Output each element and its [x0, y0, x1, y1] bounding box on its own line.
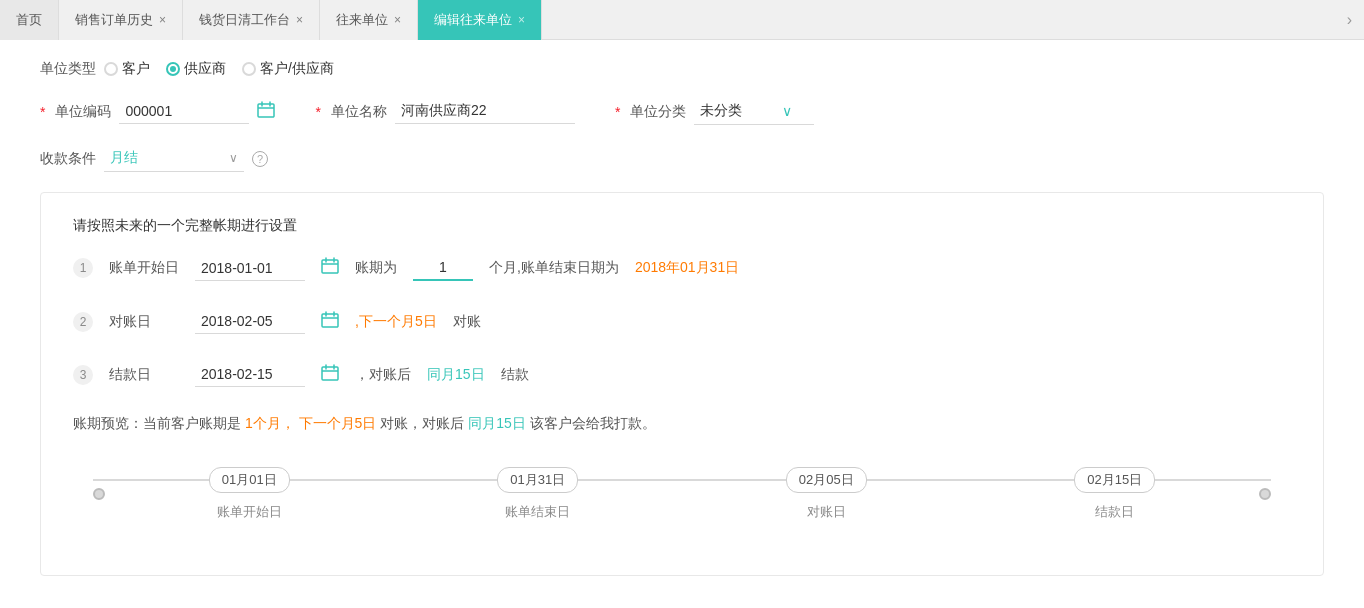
- step-suffix-orange-2: ,下一个月5日: [355, 313, 437, 331]
- radio-circle-both: [242, 62, 256, 76]
- timeline-node-4: 02月15日 结款日: [971, 467, 1260, 521]
- payment-terms-row: 收款条件 月结 ∨ ?: [40, 145, 1324, 172]
- unit-name-input[interactable]: [395, 99, 575, 124]
- unit-category-value: 未分类: [700, 102, 742, 120]
- step-period-unit-1: 个月,账单结束日期为: [489, 259, 619, 277]
- radio-circle-supplier: [166, 62, 180, 76]
- timeline-label-1: 账单开始日: [217, 503, 282, 521]
- timeline-badge-4: 02月15日: [1074, 467, 1155, 493]
- tab-close-partner[interactable]: ×: [394, 13, 401, 27]
- unit-type-group: 单位类型 客户 供应商 客户/供应商: [40, 60, 334, 78]
- unit-type-label: 单位类型: [40, 60, 96, 78]
- step-suffix-plain-3: ，对账后: [355, 366, 411, 384]
- step-row-3: 3 结款日 ，对账后 同月15日 结款: [73, 362, 1291, 387]
- tab-home[interactable]: 首页: [0, 0, 59, 40]
- step-num-2: 2: [73, 312, 93, 332]
- preview-span2: 下一个月5日: [299, 415, 377, 431]
- help-icon[interactable]: ?: [252, 151, 268, 167]
- unit-info-row: * 单位编码 * 单位名称 * 单位分类 未分类 ∨: [40, 98, 1324, 125]
- radio-circle-customer: [104, 62, 118, 76]
- unit-code-icon[interactable]: [257, 101, 275, 123]
- tab-more-arrow[interactable]: ›: [1335, 11, 1364, 29]
- unit-code-star: *: [40, 104, 45, 120]
- step-cal-icon-2[interactable]: [321, 311, 339, 333]
- timeline-inner: 01月01日 账单开始日 01月31日 账单结束日 02月05日 对账日 02月…: [73, 467, 1291, 521]
- step-label-3: 结款日: [109, 366, 179, 384]
- step-cal-icon-3[interactable]: [321, 364, 339, 386]
- svg-rect-0: [258, 104, 274, 117]
- unit-category-star: *: [615, 104, 620, 120]
- step-date-1[interactable]: [195, 256, 305, 281]
- timeline-label-3: 对账日: [807, 503, 846, 521]
- timeline-label-4: 结款日: [1095, 503, 1134, 521]
- step-row-2: 2 对账日 ,下一个月5日 对账: [73, 309, 1291, 334]
- timeline-label-2: 账单结束日: [505, 503, 570, 521]
- unit-name-label: 单位名称: [331, 103, 387, 121]
- step-num-3: 3: [73, 365, 93, 385]
- payment-terms-arrow: ∨: [229, 151, 238, 165]
- payment-terms-group: 收款条件 月结 ∨ ?: [40, 145, 268, 172]
- tab-edit-partner[interactable]: 编辑往来单位 ×: [418, 0, 542, 40]
- tab-cash-work[interactable]: 钱货日清工作台 ×: [183, 0, 320, 40]
- preview-span1: 1个月，: [245, 415, 295, 431]
- tab-sales-history[interactable]: 销售订单历史 ×: [59, 0, 183, 40]
- payment-terms-value: 月结: [110, 149, 225, 167]
- svg-rect-12: [322, 367, 338, 380]
- radio-customer[interactable]: 客户: [104, 60, 150, 78]
- timeline-end-dot: [1259, 488, 1271, 500]
- step-suffix-teal-3: 同月15日: [427, 366, 485, 384]
- panel-hint: 请按照未来的一个完整帐期进行设置: [73, 217, 1291, 235]
- preview-text: 账期预览：当前客户账期是 1个月， 下一个月5日 对账，对账后 同月15日 该客…: [73, 415, 1291, 433]
- unit-code-label: 单位编码: [55, 103, 111, 121]
- step-label-1: 账单开始日: [109, 259, 179, 277]
- step-date-highlight-1: 2018年01月31日: [635, 259, 739, 277]
- tab-partner[interactable]: 往来单位 ×: [320, 0, 418, 40]
- step-date-3[interactable]: [195, 362, 305, 387]
- step-row-1: 1 账单开始日 账期为 个月,账单结束日期为 2018年01月31日: [73, 255, 1291, 281]
- unit-code-input[interactable]: [119, 99, 249, 124]
- timeline-node-2: 01月31日 账单结束日: [394, 467, 683, 521]
- unit-name-group: * 单位名称: [315, 99, 574, 124]
- unit-code-group: * 单位编码: [40, 99, 275, 124]
- period-panel: 请按照未来的一个完整帐期进行设置 1 账单开始日 账期为 个月,账单结束日期为 …: [40, 192, 1324, 576]
- tab-close-cash-work[interactable]: ×: [296, 13, 303, 27]
- tab-close-sales-history[interactable]: ×: [159, 13, 166, 27]
- period-value-input[interactable]: [413, 255, 473, 281]
- unit-type-row: 单位类型 客户 供应商 客户/供应商: [40, 60, 1324, 78]
- svg-rect-8: [322, 314, 338, 327]
- step-suffix-plain-2: 对账: [453, 313, 481, 331]
- payment-terms-label: 收款条件: [40, 150, 96, 168]
- timeline: 01月01日 账单开始日 01月31日 账单结束日 02月05日 对账日 02月…: [73, 457, 1291, 551]
- step-num-1: 1: [73, 258, 93, 278]
- step-suffix-end-3: 结款: [501, 366, 529, 384]
- step-date-2[interactable]: [195, 309, 305, 334]
- preview-span3: 同月15日: [468, 415, 526, 431]
- step-label-2: 对账日: [109, 313, 179, 331]
- timeline-node-3: 02月05日 对账日: [682, 467, 971, 521]
- tab-bar: 首页 销售订单历史 × 钱货日清工作台 × 往来单位 × 编辑往来单位 × ›: [0, 0, 1364, 40]
- timeline-start-dot: [93, 488, 105, 500]
- payment-terms-dropdown[interactable]: 月结 ∨: [104, 145, 244, 172]
- unit-category-label: 单位分类: [630, 103, 686, 121]
- step-cal-icon-1[interactable]: [321, 257, 339, 279]
- main-content: 单位类型 客户 供应商 客户/供应商 * 单位编码: [0, 40, 1364, 608]
- unit-category-group: * 单位分类 未分类 ∨: [615, 98, 814, 125]
- unit-category-select[interactable]: 未分类 ∨: [694, 98, 814, 125]
- svg-rect-4: [322, 260, 338, 273]
- timeline-badge-1: 01月01日: [209, 467, 290, 493]
- radio-supplier[interactable]: 供应商: [166, 60, 226, 78]
- timeline-badge-2: 01月31日: [497, 467, 578, 493]
- step-mid-text-1: 账期为: [355, 259, 397, 277]
- unit-name-star: *: [315, 104, 320, 120]
- radio-group: 客户 供应商 客户/供应商: [104, 60, 334, 78]
- unit-category-arrow: ∨: [782, 103, 792, 119]
- timeline-node-1: 01月01日 账单开始日: [105, 467, 394, 521]
- timeline-badge-3: 02月05日: [786, 467, 867, 493]
- radio-both[interactable]: 客户/供应商: [242, 60, 334, 78]
- tab-close-edit-partner[interactable]: ×: [518, 13, 525, 27]
